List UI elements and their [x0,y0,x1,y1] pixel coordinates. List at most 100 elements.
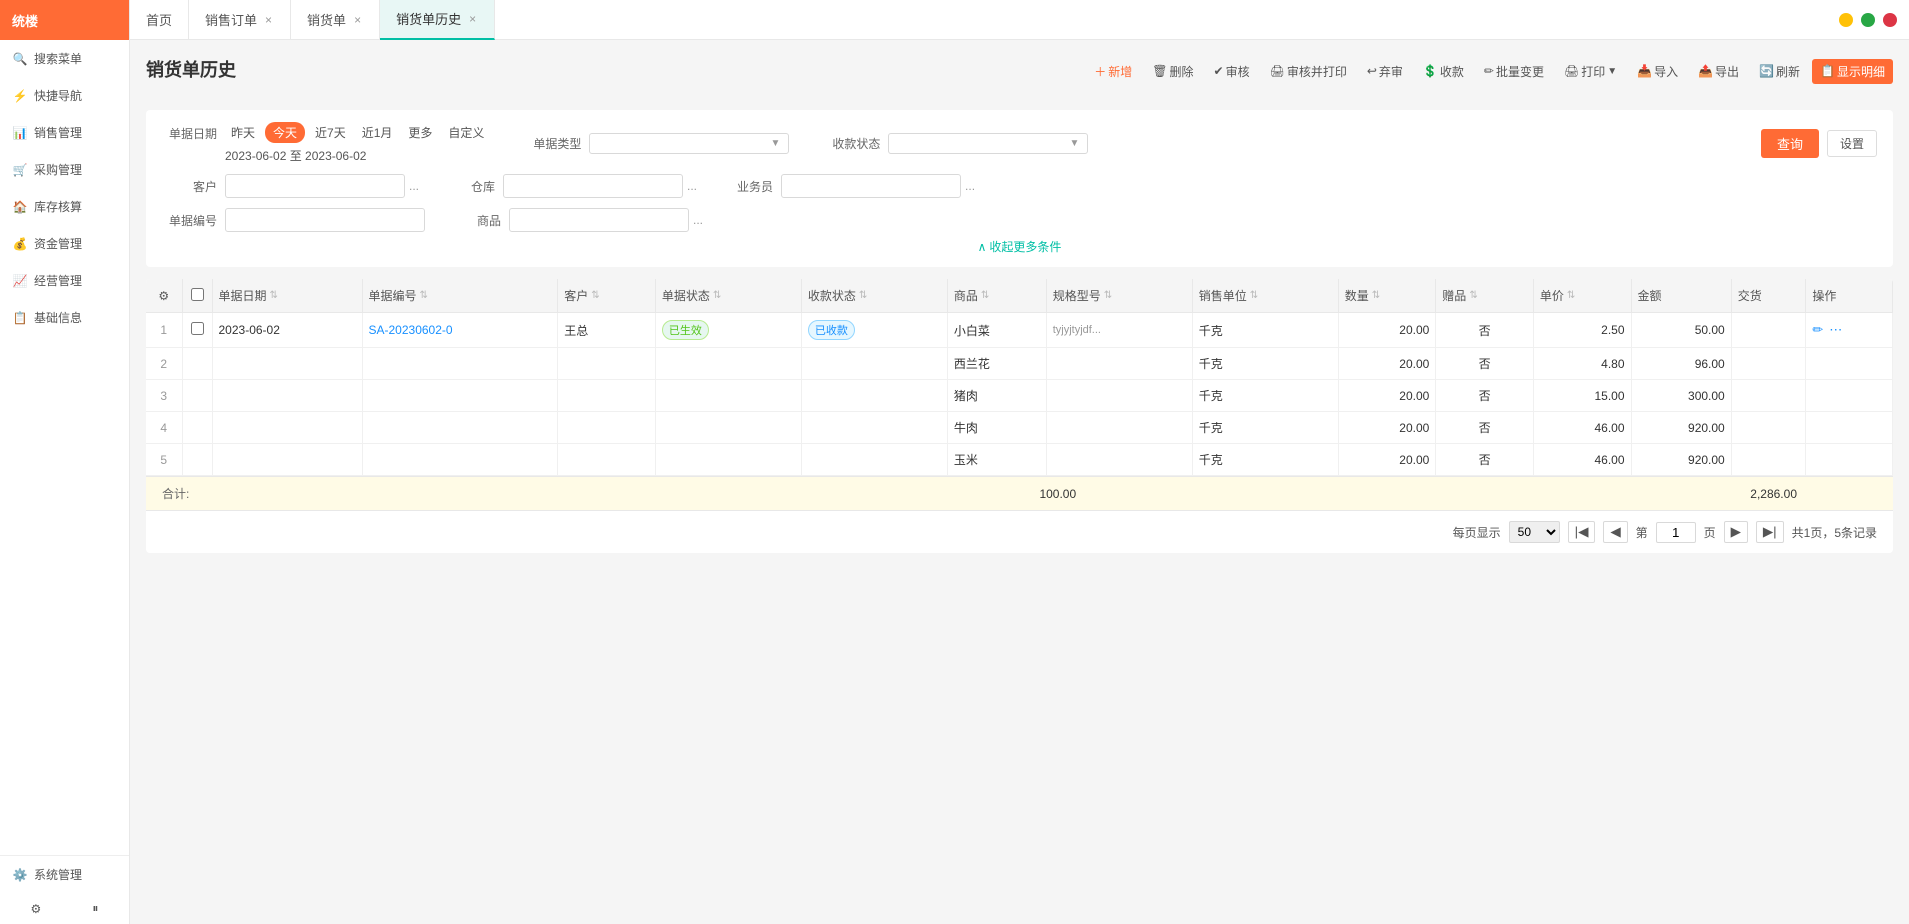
date-1month-btn[interactable]: 近1月 [356,122,399,143]
column-settings-icon[interactable]: ⚙ [158,289,169,303]
audit-button[interactable]: ✔ 审核 [1206,59,1258,84]
row-checkbox[interactable] [191,322,204,335]
tab-sales-history-close[interactable]: × [467,12,478,26]
doc-status-badge: 已生效 [662,320,709,340]
next-page-btn[interactable]: ▶ [1724,521,1748,543]
th-transaction: 交货 [1731,279,1806,313]
collect-button[interactable]: 💲 收款 [1415,59,1472,84]
th-payment-status[interactable]: 收款状态 ⇅ [801,279,947,313]
cell-row-no: 5 [146,444,182,476]
tab-sales-delivery-close[interactable]: × [352,13,363,27]
customer-input[interactable] [225,174,405,198]
purchase-mgmt-icon: 🛒 [12,162,28,178]
collapse-filter-btn[interactable]: ∧ 收起更多条件 [162,238,1877,255]
pagination: 每页显示 50 100 200 |◀ ◀ 第 1 页 ▶ ▶| 共1页，5条记录 [146,510,1893,553]
more-icon[interactable]: ⋯ [1829,322,1842,338]
edit-icon[interactable]: ✏ [1812,322,1823,338]
sidebar-item-label: 采购管理 [34,161,82,178]
table-header-row: ⚙ 单据日期 ⇅ 单据编号 [146,279,1893,313]
cell-unit: 千克 [1192,444,1338,476]
product-filter: 商品 ... [461,208,703,232]
audit-print-label: 审核并打印 [1287,63,1347,80]
per-page-select[interactable]: 50 100 200 [1509,521,1560,543]
refresh-button[interactable]: 🔄 刷新 [1751,59,1808,84]
new-label: 新增 [1108,63,1132,80]
th-customer[interactable]: 客户 ⇅ [558,279,656,313]
th-qty[interactable]: 数量 ⇅ [1338,279,1436,313]
th-doc-status[interactable]: 单据状态 ⇅ [655,279,801,313]
th-unit[interactable]: 销售单位 ⇅ [1192,279,1338,313]
salesperson-dots[interactable]: ... [965,179,975,193]
import-button[interactable]: 📥 导入 [1629,59,1686,84]
sidebar-item-system[interactable]: ⚙️ 系统管理 [0,856,129,893]
page-content: 销货单历史 ＋ 新增 🗑 删除 ✔ 审核 🖨 审核并打印 [130,40,1909,924]
close-button[interactable] [1883,13,1897,27]
warehouse-input[interactable] [503,174,683,198]
payment-status-dropdown-icon: ▼ [1070,138,1080,149]
export-button[interactable]: 📤 导出 [1690,59,1747,84]
product-dots[interactable]: ... [693,213,703,227]
salesperson-input[interactable] [781,174,961,198]
warehouse-dots[interactable]: ... [687,179,697,193]
product-input[interactable] [509,208,689,232]
batch-change-button[interactable]: ✏ 批量变更 [1476,59,1552,84]
sidebar-item-sales-mgmt[interactable]: 📊 销售管理 [0,114,129,151]
audit-print-button[interactable]: 🖨 审核并打印 [1262,59,1355,84]
sidebar-item-search-menu[interactable]: 🔍 搜索菜单 [0,40,129,77]
doc-no-input[interactable] [225,208,425,232]
date-7days-btn[interactable]: 近7天 [309,122,352,143]
cell-customer [558,444,656,476]
first-page-btn[interactable]: |◀ [1568,521,1596,543]
tab-sales-delivery[interactable]: 销货单 × [291,0,380,40]
last-page-btn[interactable]: ▶| [1756,521,1784,543]
tab-sales-order-close[interactable]: × [263,13,274,27]
finance-icon: 💰 [12,236,28,252]
sidebar-item-inventory[interactable]: 🏠 库存核算 [0,188,129,225]
minimize-button[interactable] [1839,13,1853,27]
customer-dots[interactable]: ... [409,179,419,193]
new-button[interactable]: ＋ 新增 [1086,59,1140,84]
th-qty-label: 数量 [1345,287,1369,304]
tab-sales-history[interactable]: 销货单历史 × [380,0,495,40]
th-price[interactable]: 单价 ⇅ [1533,279,1631,313]
select-all-checkbox[interactable] [191,288,204,301]
sidebar-item-basic-info[interactable]: 📋 基础信息 [0,299,129,336]
th-spec[interactable]: 规格型号 ⇅ [1046,279,1192,313]
sidebar-bottom-controls[interactable]: ⚙ ⏸ [0,893,129,924]
sidebar-item-quick-nav[interactable]: ⚡ 快捷导航 [0,77,129,114]
date-more-btn[interactable]: 更多 [402,122,438,143]
th-doc-no[interactable]: 单据编号 ⇅ [362,279,558,313]
current-page-input[interactable]: 1 [1656,522,1696,543]
maximize-button[interactable] [1861,13,1875,27]
date-today-btn[interactable]: 今天 [265,122,305,143]
cell-doc-status [655,444,801,476]
refresh-label: 刷新 [1776,63,1800,80]
settings-bottom-icon[interactable]: ⚙ [31,902,42,916]
tab-sales-order[interactable]: 销售订单 × [189,0,291,40]
sidebar-item-label: 资金管理 [34,235,82,252]
date-yesterday-btn[interactable]: 昨天 [225,122,261,143]
doc-type-select[interactable]: ▼ [589,133,789,154]
prev-page-btn[interactable]: ◀ [1603,521,1627,543]
cell-gift: 否 [1436,380,1534,412]
th-gift[interactable]: 赠品 ⇅ [1436,279,1534,313]
query-button[interactable]: 查询 [1761,129,1819,158]
th-product[interactable]: 商品 ⇅ [947,279,1046,313]
tab-home[interactable]: 首页 [130,0,189,40]
delete-button[interactable]: 🗑 删除 [1144,59,1201,84]
sidebar-item-operations[interactable]: 📈 经营管理 [0,262,129,299]
show-detail-button[interactable]: 📋 显示明细 [1812,59,1893,84]
payment-status-filter: 收款状态 ▼ [825,133,1088,154]
collapse-sidebar-icon[interactable]: ⏸ [92,901,98,916]
system-icon: ⚙️ [12,867,28,883]
th-date[interactable]: 单据日期 ⇅ [212,279,362,313]
payment-status-select[interactable]: ▼ [888,133,1088,154]
th-settings[interactable]: ⚙ [146,279,182,313]
cell-doc-no [362,348,558,380]
sidebar-item-finance[interactable]: 💰 资金管理 [0,225,129,262]
date-custom-btn[interactable]: 自定义 [442,122,490,143]
print-button[interactable]: 🖨 打印 ▼ [1556,59,1625,84]
sidebar-item-purchase-mgmt[interactable]: 🛒 采购管理 [0,151,129,188]
setting-button[interactable]: 设置 [1827,130,1877,157]
abandon-button[interactable]: ↩ 弃审 [1359,59,1411,84]
